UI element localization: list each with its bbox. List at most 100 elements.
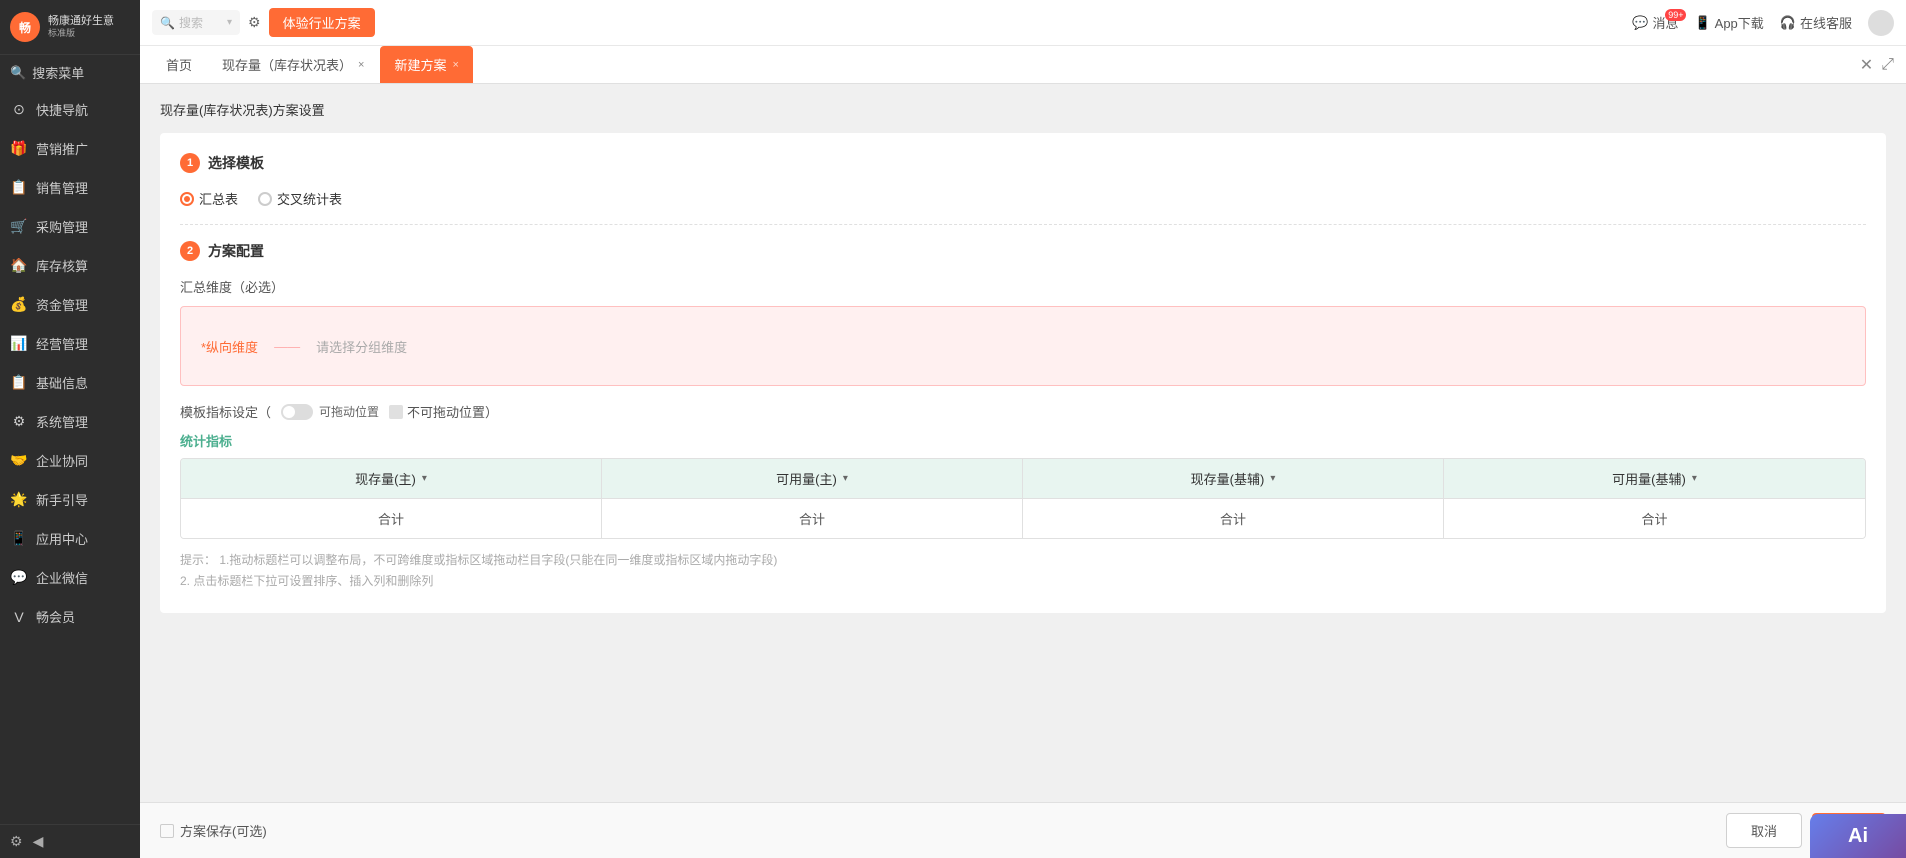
- non-draggable-indicator: 不可拖动位置）: [389, 402, 498, 421]
- sidebar-bottom: ⚙ ◀: [0, 824, 140, 858]
- sidebar-item-finance[interactable]: 💰 资金管理: [0, 285, 140, 324]
- step2-header: 2 方案配置: [180, 241, 1866, 261]
- trial-industry-button[interactable]: 体验行业方案: [269, 8, 375, 37]
- indicator-header: 模板指标设定（ 可拖动位置 不可拖动位置）: [180, 402, 1866, 421]
- sidebar-search[interactable]: 🔍 搜索菜单: [0, 55, 140, 90]
- sidebar-item-inventory[interactable]: 🏠 库存核算: [0, 246, 140, 285]
- sidebar-item-app-center[interactable]: 📱 应用中心: [0, 519, 140, 558]
- body-cell-0-3: 合计: [1444, 498, 1865, 538]
- topbar-left: 🔍 搜索 ▾ ⚙ 体验行业方案: [152, 8, 1622, 37]
- collapse-icon[interactable]: ◀: [33, 833, 44, 850]
- step2-badge: 2: [180, 241, 200, 261]
- marketing-icon: 🎁: [10, 140, 28, 158]
- stats-table-header: 现存量(主) ▾ 可用量(主) ▾ 现存量(基辅) ▾ 可用量(基辅) ▾: [181, 459, 1865, 498]
- header-cell-2[interactable]: 现存量(基辅) ▾: [1023, 459, 1444, 498]
- app-logo-icon: 畅: [10, 12, 40, 42]
- tab-close-inventory[interactable]: ×: [358, 59, 364, 71]
- template-summary-option[interactable]: 汇总表: [180, 189, 238, 208]
- save-option-area[interactable]: 方案保存(可选): [160, 821, 267, 840]
- stats-table-body: 合计 合计 合计 合计: [181, 498, 1865, 538]
- non-draggable-icon: [389, 405, 403, 419]
- header-cell-3[interactable]: 可用量(基辅) ▾: [1444, 459, 1865, 498]
- page-title: 现存量(库存状况表)方案设置: [160, 100, 1886, 119]
- sidebar-item-basic-info[interactable]: 📋 基础信息: [0, 363, 140, 402]
- header-cell-0[interactable]: 现存量(主) ▾: [181, 459, 602, 498]
- template-options: 汇总表 交叉统计表: [180, 189, 1866, 208]
- phone-icon: 📱: [1694, 15, 1710, 31]
- save-label: 方案保存(可选): [180, 821, 267, 840]
- stats-table: 现存量(主) ▾ 可用量(主) ▾ 现存量(基辅) ▾ 可用量(基辅) ▾: [180, 458, 1866, 539]
- step1-badge: 1: [180, 153, 200, 173]
- dropdown-arrow-2[interactable]: ▾: [1270, 473, 1275, 484]
- sidebar-item-operations[interactable]: 📊 经营管理: [0, 324, 140, 363]
- toggle-pill[interactable]: [281, 404, 313, 420]
- dimension-placeholder: *纵向维度 —— 请选择分组维度: [201, 337, 407, 356]
- basic-info-icon: 📋: [10, 374, 28, 392]
- expand-button[interactable]: ⤢: [1881, 56, 1894, 74]
- summary-radio[interactable]: [180, 192, 194, 206]
- dimension-box[interactable]: *纵向维度 —— 请选择分组维度: [180, 306, 1866, 386]
- inventory-icon: 🏠: [10, 257, 28, 275]
- sidebar-item-sales[interactable]: 📋 销售管理: [0, 168, 140, 207]
- sidebar-item-quick-nav[interactable]: ⊙ 快捷导航: [0, 90, 140, 129]
- body-cell-0-1: 合计: [602, 498, 1023, 538]
- topbar: 🔍 搜索 ▾ ⚙ 体验行业方案 💬 消息 99+ 📱 App下载 🎧 在线客服: [140, 0, 1906, 46]
- membership-icon: V: [10, 608, 28, 626]
- topbar-right: 💬 消息 99+ 📱 App下载 🎧 在线客服: [1632, 10, 1894, 36]
- stats-indicator-label: 统计指标: [180, 431, 1866, 450]
- new-guide-icon: 🌟: [10, 491, 28, 509]
- sidebar-item-marketing[interactable]: 🎁 营销推广: [0, 129, 140, 168]
- tab-inventory-status[interactable]: 现存量（库存状况表） ×: [208, 46, 378, 83]
- dimension-label: 汇总维度（必选）: [180, 277, 1866, 296]
- close-panel-button[interactable]: ✕: [1860, 55, 1873, 75]
- settings-icon[interactable]: ⚙: [10, 833, 23, 850]
- ai-badge[interactable]: Ai: [1810, 814, 1906, 858]
- bottom-bar: 方案保存(可选) 取消 查询: [140, 802, 1906, 858]
- header-cell-1[interactable]: 可用量(主) ▾: [602, 459, 1023, 498]
- purchase-icon: 🛒: [10, 218, 28, 236]
- sidebar-item-new-guide[interactable]: 🌟 新手引导: [0, 480, 140, 519]
- system-icon: ⚙: [10, 413, 28, 431]
- search-icon: 🔍: [10, 65, 26, 81]
- message-icon: 💬: [1632, 15, 1648, 31]
- sidebar-item-system[interactable]: ⚙ 系统管理: [0, 402, 140, 441]
- gear-icon[interactable]: ⚙: [248, 14, 261, 31]
- template-cross-option[interactable]: 交叉统计表: [258, 189, 342, 208]
- dropdown-arrow-1[interactable]: ▾: [843, 473, 848, 484]
- finance-icon: 💰: [10, 296, 28, 314]
- sidebar-logo: 畅 畅康通好生意 标准版: [0, 0, 140, 55]
- headset-icon: 🎧: [1780, 15, 1796, 31]
- page-content: 现存量(库存状况表)方案设置 1 选择模板 汇总表 交叉统计表: [140, 84, 1906, 802]
- online-service-button[interactable]: 🎧 在线客服: [1780, 13, 1852, 32]
- tab-new-plan[interactable]: 新建方案 ×: [380, 46, 472, 83]
- step2-title: 方案配置: [208, 241, 264, 261]
- tab-bar: 首页 现存量（库存状况表） × 新建方案 × ✕ ⤢: [140, 46, 1906, 84]
- body-cell-0-0: 合计: [181, 498, 602, 538]
- user-avatar[interactable]: [1868, 10, 1894, 36]
- app-name: 畅康通好生意 标准版: [48, 14, 114, 40]
- sidebar-item-purchase[interactable]: 🛒 采购管理: [0, 207, 140, 246]
- cooperation-icon: 🤝: [10, 452, 28, 470]
- body-cell-0-2: 合计: [1023, 498, 1444, 538]
- dropdown-arrow-0[interactable]: ▾: [422, 473, 427, 484]
- tab-close-new-plan[interactable]: ×: [452, 59, 458, 71]
- main-area: 🔍 搜索 ▾ ⚙ 体验行业方案 💬 消息 99+ 📱 App下载 🎧 在线客服: [140, 0, 1906, 858]
- dropdown-arrow-3[interactable]: ▾: [1692, 473, 1697, 484]
- tab-home[interactable]: 首页: [152, 46, 206, 83]
- message-button[interactable]: 💬 消息 99+: [1632, 13, 1678, 32]
- draggable-toggle[interactable]: 可拖动位置: [281, 403, 379, 420]
- topbar-search-area[interactable]: 🔍 搜索 ▾: [152, 10, 240, 35]
- sales-icon: 📋: [10, 179, 28, 197]
- tips-section: 提示： 1.拖动标题栏可以调整布局，不可跨维度或指标区域拖动栏目字段(只能在同一…: [180, 551, 1866, 589]
- sidebar-item-membership[interactable]: V 畅会员: [0, 597, 140, 636]
- search-icon: 🔍: [160, 16, 175, 30]
- save-checkbox[interactable]: [160, 824, 174, 838]
- cross-radio[interactable]: [258, 192, 272, 206]
- sidebar-item-cooperation[interactable]: 🤝 企业协同: [0, 441, 140, 480]
- app-download-button[interactable]: 📱 App下载: [1694, 13, 1763, 32]
- quick-nav-icon: ⊙: [10, 101, 28, 119]
- sidebar-item-wechat[interactable]: 💬 企业微信: [0, 558, 140, 597]
- operations-icon: 📊: [10, 335, 28, 353]
- cancel-button[interactable]: 取消: [1726, 813, 1802, 848]
- settings-card: 1 选择模板 汇总表 交叉统计表 2 方案配置 汇总维度（必选）: [160, 133, 1886, 613]
